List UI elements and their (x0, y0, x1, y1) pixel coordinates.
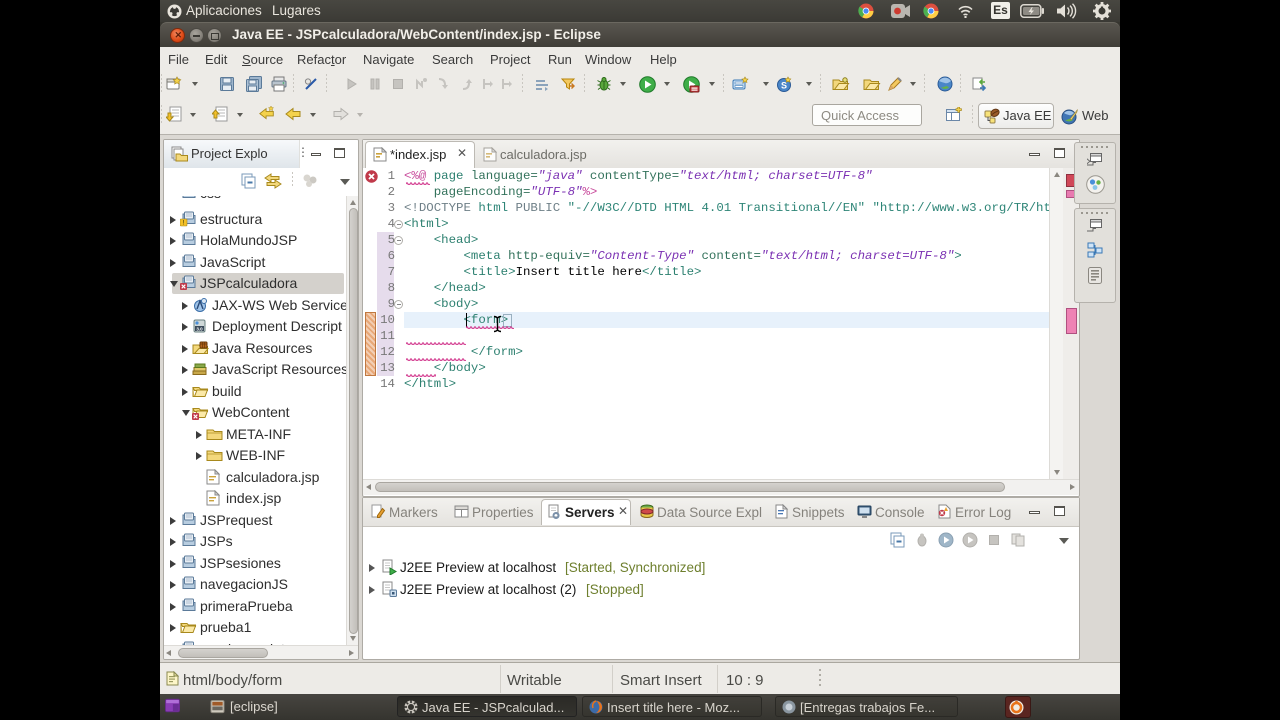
svg-text:!: ! (183, 221, 185, 227)
svg-text:3.0: 3.0 (196, 326, 203, 331)
